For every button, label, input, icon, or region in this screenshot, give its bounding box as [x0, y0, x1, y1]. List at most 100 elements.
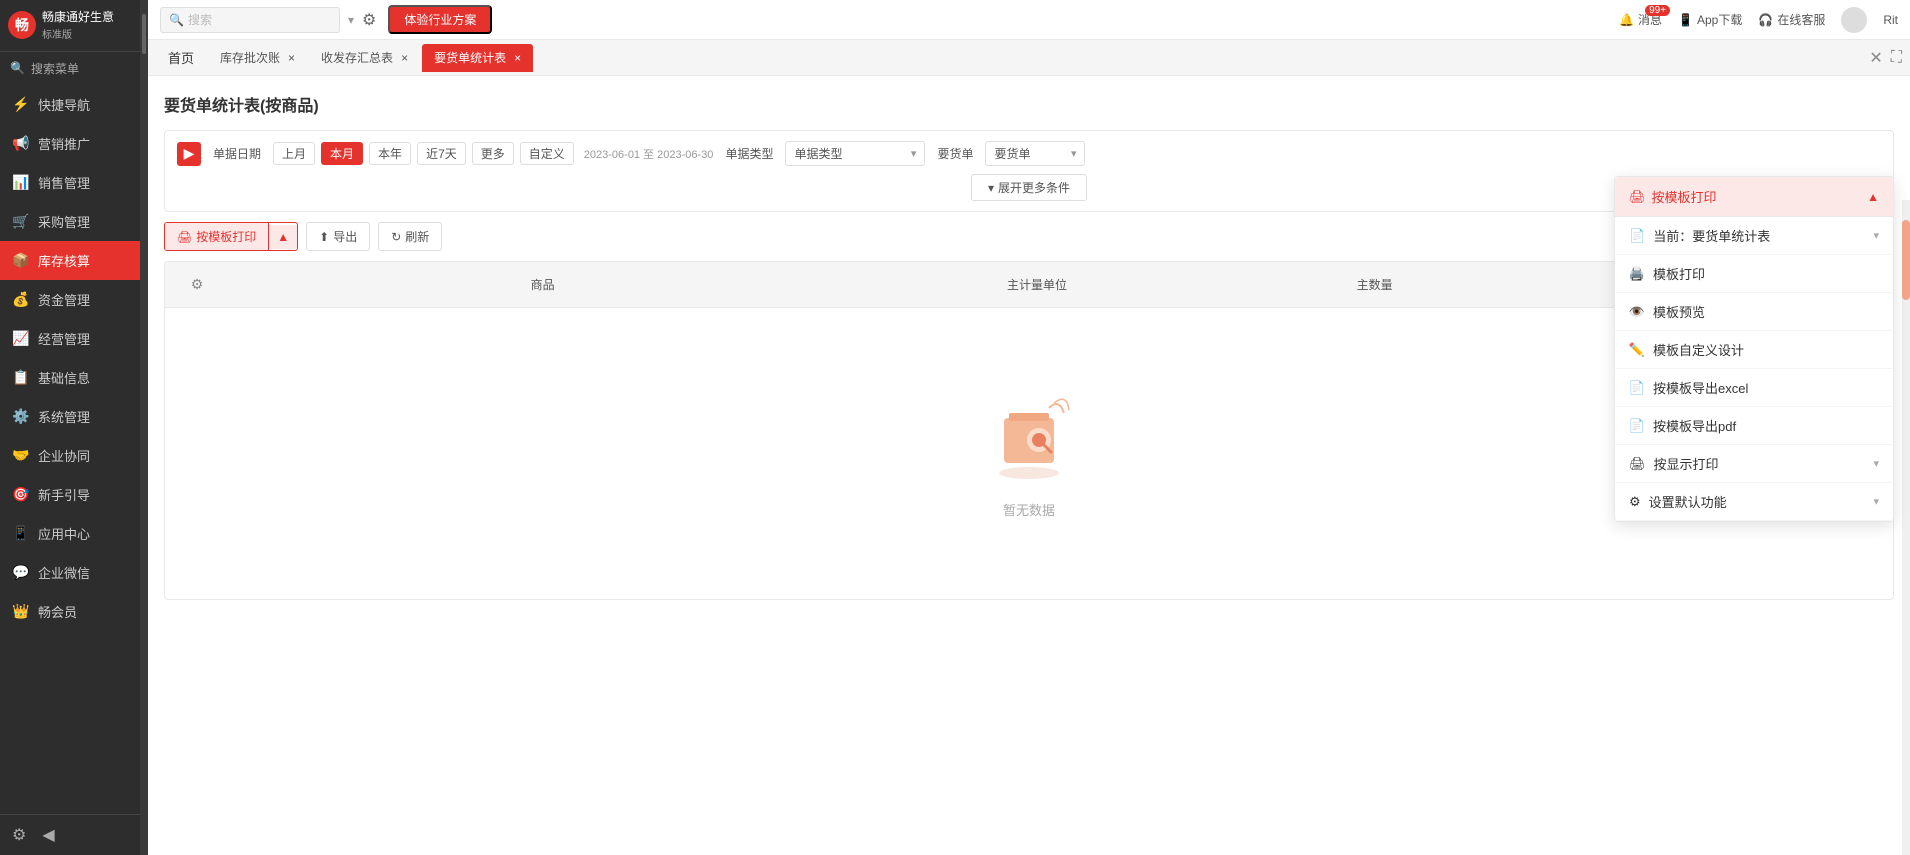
dropdown-display-print[interactable]: 🖨 按显示打印 ▾ [1615, 445, 1893, 483]
filter-this-year[interactable]: 本年 [369, 142, 411, 165]
export-icon: ⬆ [319, 230, 329, 244]
filter-last-7[interactable]: 近7天 [417, 142, 466, 165]
right-scrollbar-thumb [1902, 220, 1910, 300]
sidebar-item-enterprise[interactable]: 🤝 企业协同 [0, 436, 140, 475]
sidebar-item-quick-nav[interactable]: ⚡ 快捷导航 [0, 85, 140, 124]
expand-icon: ▾ [988, 181, 994, 195]
tab-order-stats[interactable]: 要货单统计表 × [422, 44, 533, 72]
refresh-btn[interactable]: ↻ 刷新 [378, 222, 442, 251]
th-qty: 主数量 [1206, 270, 1544, 299]
dropdown-header-title: 🖨 按模板打印 [1629, 187, 1717, 206]
print-header-icon: 🖨 [1629, 189, 1646, 205]
dropdown-header: 🖨 按模板打印 ▲ [1615, 177, 1893, 217]
app-logo-text: 畅康通好生意 标准版 [42, 10, 114, 41]
print-dropdown-arrow[interactable]: ▲ [269, 225, 297, 249]
th-settings[interactable]: ⚙ [177, 270, 217, 299]
settings-footer-icon[interactable]: ⚙ [12, 825, 26, 845]
topbar-messages[interactable]: 🔔 消息 99+ [1619, 11, 1662, 28]
export-btn[interactable]: ⬆ 导出 [306, 222, 370, 251]
empty-illustration [979, 388, 1079, 488]
tab-order-stats-close[interactable]: × [514, 51, 521, 65]
quick-nav-icon: ⚡ [12, 95, 30, 113]
finance-icon: 💰 [12, 290, 30, 308]
default-func-icon: ⚙ [1629, 494, 1641, 510]
filter-toggle-btn[interactable]: ▶ [177, 142, 201, 166]
topbar-online-service[interactable]: 🎧 在线客服 [1758, 11, 1825, 28]
sidebar-footer: ⚙ ◀ [0, 814, 140, 855]
display-print-icon: 🖨 [1629, 456, 1646, 472]
search-icon: 🔍 [10, 61, 25, 75]
sidebar-item-system[interactable]: ⚙️ 系统管理 [0, 397, 140, 436]
filter-date-range: 2023-06-01 至 2023-06-30 [584, 146, 714, 162]
marketing-icon: 📢 [12, 134, 30, 152]
topbar-dropdown-arrow[interactable]: ▾ [348, 13, 354, 27]
print-btn-group: 🖨 按模板打印 ▲ [164, 222, 298, 251]
th-unit: 主计量单位 [868, 270, 1206, 299]
topbar-avatar[interactable] [1841, 7, 1867, 33]
filter-custom[interactable]: 自定义 [520, 142, 574, 165]
dropdown-template-print[interactable]: 🖨️ 模板打印 [1615, 255, 1893, 293]
topbar: 🔍 搜索 ▾ ⚙ 体验行业方案 🔔 消息 99+ 📱 App下载 🎧 在线客服 … [148, 0, 1910, 40]
dropdown-default-func[interactable]: ⚙ 设置默认功能 ▾ [1615, 483, 1893, 521]
sidebar-item-marketing[interactable]: 📢 营销推广 [0, 124, 140, 163]
topbar-search-box[interactable]: 🔍 搜索 [160, 7, 340, 33]
tabbar-close-icon[interactable]: ✕ [1869, 48, 1882, 68]
dropdown-close-arrow[interactable]: ▲ [1867, 190, 1879, 204]
topbar-search-icon: 🔍 [169, 13, 184, 27]
tab-receivable-summary[interactable]: 收发存汇总表 × [309, 44, 420, 72]
inventory-icon: 📦 [12, 251, 30, 269]
topbar-right: 🔔 消息 99+ 📱 App下载 🎧 在线客服 Rit [1619, 7, 1898, 33]
default-func-arrow: ▾ [1873, 495, 1879, 508]
sidebar-item-finance[interactable]: 💰 资金管理 [0, 280, 140, 319]
bell-icon: 🔔 [1619, 13, 1634, 27]
topbar-gear-icon[interactable]: ⚙ [362, 10, 376, 30]
empty-text: 暂无数据 [1003, 500, 1055, 519]
current-template-arrow: ▾ [1873, 229, 1879, 242]
sidebar-nav: ⚡ 快捷导航 📢 营销推广 📊 销售管理 🛒 采购管理 📦 库存核算 💰 资金管… [0, 85, 140, 814]
sidebar-item-sales[interactable]: 📊 销售管理 [0, 163, 140, 202]
sidebar-item-purchase[interactable]: 🛒 采购管理 [0, 202, 140, 241]
sidebar-item-operations[interactable]: 📈 经营管理 [0, 319, 140, 358]
sidebar-item-wechat[interactable]: 💬 企业微信 [0, 553, 140, 592]
filter-more[interactable]: 更多 [472, 142, 514, 165]
right-scrollbar[interactable] [1902, 200, 1910, 855]
tabbar-expand-icon[interactable]: ⛶ [1891, 49, 1902, 67]
sidebar-item-member[interactable]: 👑 畅会员 [0, 592, 140, 631]
trial-button[interactable]: 体验行业方案 [388, 5, 492, 34]
operations-icon: 📈 [12, 329, 30, 347]
filter-prev-month[interactable]: 上月 [273, 142, 315, 165]
topbar-app-download[interactable]: 📱 App下载 [1678, 11, 1742, 28]
dropdown-template-preview[interactable]: 👁️ 模板预览 [1615, 293, 1893, 331]
print-icon: 🖨 [177, 230, 192, 244]
filter-this-month[interactable]: 本月 [321, 142, 363, 165]
dropdown-export-pdf[interactable]: 📄 按模板导出pdf [1615, 407, 1893, 445]
print-template-btn[interactable]: 🖨 按模板打印 [165, 223, 269, 250]
sidebar-item-app-center[interactable]: 📱 应用中心 [0, 514, 140, 553]
th-product: 商品 [217, 270, 868, 299]
refresh-icon: ↻ [391, 230, 401, 244]
sidebar-item-inventory[interactable]: 📦 库存核算 [0, 241, 140, 280]
sidebar-search[interactable]: 🔍 搜索菜单 [0, 52, 140, 85]
app-center-icon: 📱 [12, 524, 30, 542]
sidebar-item-basic[interactable]: 📋 基础信息 [0, 358, 140, 397]
tab-home[interactable]: 首页 [156, 44, 206, 72]
column-settings-icon[interactable]: ⚙ [191, 276, 204, 292]
dropdown-current-template[interactable]: 📄 当前：要货单统计表 ▾ [1615, 217, 1893, 255]
dropdown-template-design[interactable]: ✏️ 模板自定义设计 [1615, 331, 1893, 369]
topbar-username: Rit [1883, 13, 1898, 27]
filter-yaohuodan-select[interactable]: 要货单 ▾ [985, 141, 1085, 166]
tab-receivable-summary-close[interactable]: × [401, 51, 408, 65]
collapse-footer-icon[interactable]: ◀ [42, 825, 54, 845]
print-dropdown-menu: 🖨 按模板打印 ▲ 📄 当前：要货单统计表 ▾ 🖨️ 模板打印 👁️ 模板预览 [1614, 176, 1894, 522]
expand-more-btn[interactable]: ▾ 展开更多条件 [971, 174, 1087, 201]
purchase-icon: 🛒 [12, 212, 30, 230]
sidebar-item-guide[interactable]: 🎯 新手引导 [0, 475, 140, 514]
enterprise-icon: 🤝 [12, 446, 30, 464]
filter-order-type-select[interactable]: 单据类型 ▾ [785, 141, 925, 166]
sidebar-scrollbar-thumb [142, 14, 146, 54]
export-excel-icon: 📄 [1629, 380, 1645, 396]
dropdown-export-excel[interactable]: 📄 按模板导出excel [1615, 369, 1893, 407]
tab-inventory-batch[interactable]: 库存批次账 × [208, 44, 307, 72]
tab-inventory-batch-close[interactable]: × [288, 51, 295, 65]
sidebar-scrollbar[interactable] [140, 0, 148, 855]
